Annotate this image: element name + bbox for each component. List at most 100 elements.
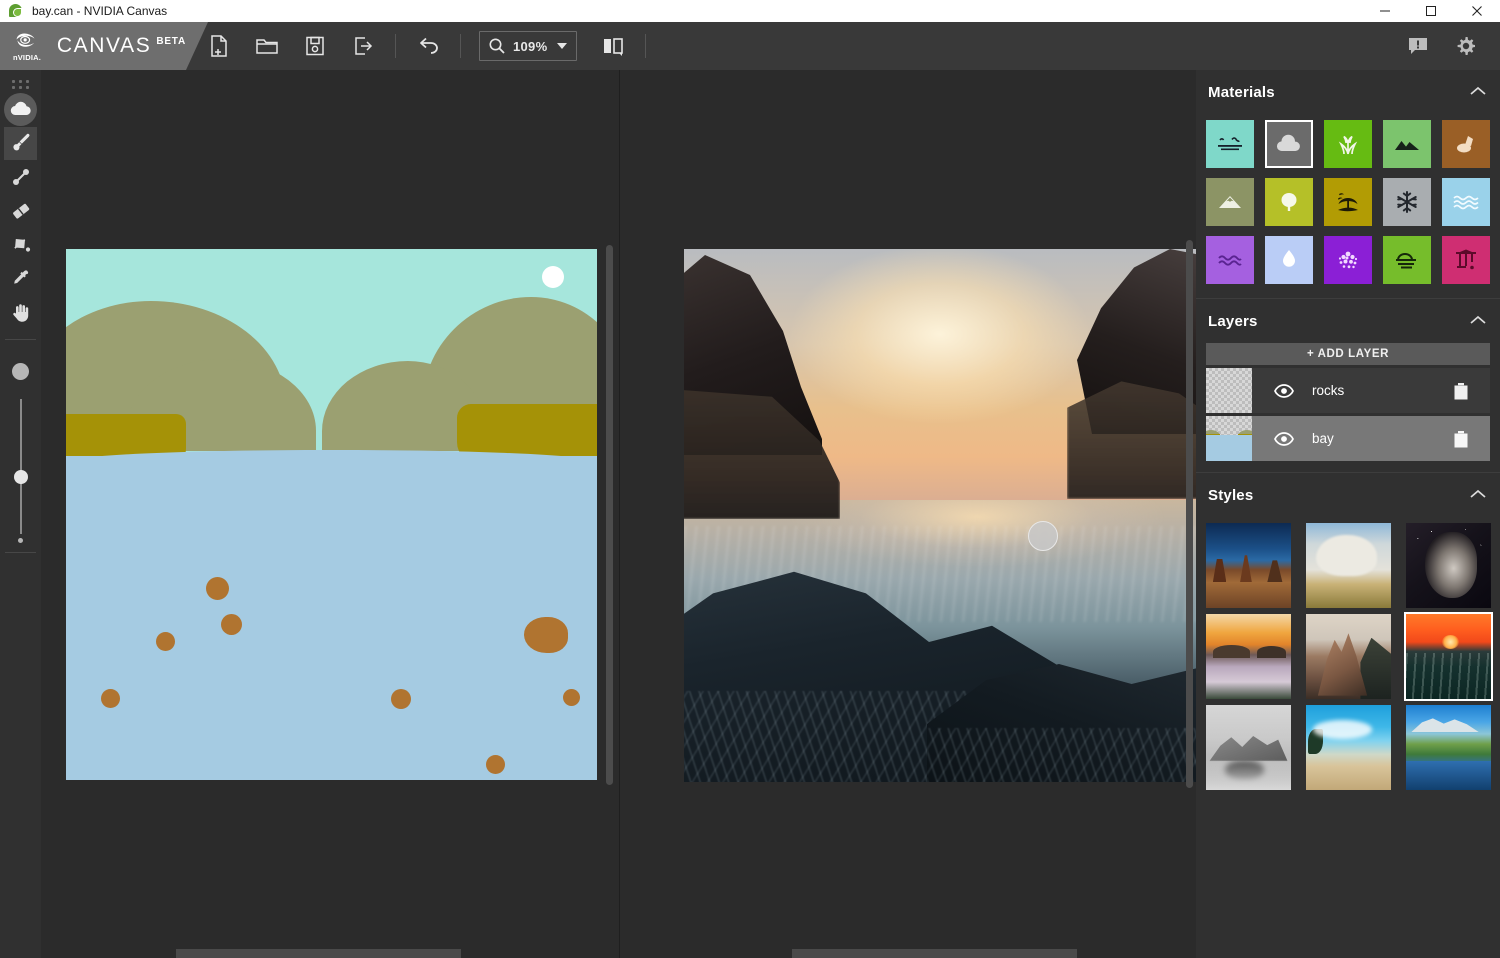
- eyedropper-tool[interactable]: [0, 262, 41, 296]
- style-night-cave[interactable]: [1406, 523, 1491, 608]
- add-layer-button[interactable]: + ADD LAYER: [1206, 343, 1490, 365]
- line-tool[interactable]: [0, 160, 41, 194]
- flowers-icon: [1335, 247, 1361, 273]
- mountain-icon: [1216, 193, 1244, 211]
- sketch-sun: [542, 266, 564, 288]
- nvidia-wordmark: nVIDIA.: [9, 53, 45, 62]
- feedback-button[interactable]: [1394, 22, 1442, 70]
- sketch-rock: [563, 689, 580, 706]
- birds-sky-icon: [1215, 134, 1245, 154]
- material-tree[interactable]: [1324, 178, 1372, 226]
- sketch-vertical-scrollbar[interactable]: [606, 245, 613, 785]
- styles-grid: [1196, 517, 1500, 804]
- style-alpine-lake[interactable]: [1406, 705, 1491, 790]
- layer-name: bay: [1312, 431, 1334, 446]
- trash-icon[interactable]: [1452, 381, 1470, 401]
- fill-tool[interactable]: [0, 228, 41, 262]
- layers-list: + ADD LAYER rocks: [1196, 343, 1500, 472]
- sketch-canvas[interactable]: [66, 249, 597, 780]
- app-name: CANVAS: [57, 34, 151, 58]
- zoom-control[interactable]: 109%: [479, 31, 577, 61]
- split-view-button[interactable]: [589, 22, 637, 70]
- style-ocean-sunset[interactable]: [1406, 614, 1491, 699]
- material-water[interactable]: [1442, 178, 1490, 226]
- style-tropical-beach[interactable]: [1306, 705, 1391, 790]
- toolbar-divider-2: [460, 34, 461, 58]
- materials-grid: [1196, 114, 1500, 298]
- material-snow[interactable]: [1383, 178, 1431, 226]
- layers-title: Layers: [1208, 313, 1258, 330]
- style-cloudy-plateau[interactable]: [1306, 523, 1391, 608]
- save-button[interactable]: [291, 22, 339, 70]
- palm-tree-icon: [1334, 191, 1362, 213]
- eyedropper-icon: [9, 267, 33, 291]
- close-icon[interactable]: [1454, 0, 1500, 22]
- material-hill[interactable]: [1383, 120, 1431, 168]
- waves-icon: [1452, 193, 1480, 211]
- paint-brush-tool[interactable]: [0, 126, 41, 160]
- trash-icon[interactable]: [1452, 429, 1470, 449]
- hill-icon: [1393, 136, 1421, 152]
- rock-icon: [1453, 134, 1479, 154]
- sketch-rock-large: [524, 617, 568, 653]
- style-misty-monochrome-mountain[interactable]: [1206, 705, 1291, 790]
- eye-icon[interactable]: [1274, 384, 1294, 398]
- sketch-horizontal-scrollbar[interactable]: [176, 949, 461, 958]
- material-mountain[interactable]: [1206, 178, 1254, 226]
- styles-section-header[interactable]: Styles: [1196, 473, 1500, 517]
- ruins-icon: [1453, 248, 1479, 272]
- material-grass[interactable]: [1324, 120, 1372, 168]
- cloud-icon: [1275, 134, 1303, 154]
- chevron-up-icon[interactable]: [1470, 486, 1486, 504]
- eraser-tool[interactable]: [0, 194, 41, 228]
- material-river[interactable]: [1206, 236, 1254, 284]
- material-clouds[interactable]: [1265, 120, 1313, 168]
- settings-button[interactable]: [1442, 22, 1490, 70]
- right-panel: Materials: [1196, 70, 1500, 958]
- styles-title: Styles: [1208, 487, 1253, 504]
- layer-row-bay[interactable]: bay: [1206, 416, 1490, 461]
- brush-cursor: [1028, 521, 1058, 551]
- chevron-up-icon[interactable]: [1470, 83, 1486, 101]
- materials-section-header[interactable]: Materials: [1196, 70, 1500, 114]
- material-fog[interactable]: [1383, 236, 1431, 284]
- material-rock[interactable]: [1442, 120, 1490, 168]
- tool-rail: [0, 70, 41, 958]
- paint-bucket-icon: [9, 233, 33, 257]
- material-flowers[interactable]: [1324, 236, 1372, 284]
- eye-icon[interactable]: [1274, 432, 1294, 446]
- undo-button[interactable]: [404, 22, 452, 70]
- style-golden-fog-sunset[interactable]: [1206, 614, 1291, 699]
- window-controls: [1362, 0, 1500, 22]
- style-monument-valley-storm[interactable]: [1206, 523, 1291, 608]
- water-drop-icon: [1280, 248, 1298, 272]
- layer-row-rocks[interactable]: rocks: [1206, 368, 1490, 413]
- window-title: bay.can - NVIDIA Canvas: [32, 4, 167, 18]
- nvidia-logo: nVIDIA.: [6, 29, 45, 63]
- render-horizontal-scrollbar[interactable]: [792, 949, 1077, 958]
- chevron-up-icon[interactable]: [1470, 312, 1486, 330]
- export-button[interactable]: [339, 22, 387, 70]
- drag-grip-icon[interactable]: [0, 70, 41, 92]
- rendered-output[interactable]: [684, 249, 1217, 782]
- nvidia-canvas-window: bay.can - NVIDIA Canvas: [0, 0, 1500, 958]
- maximize-icon[interactable]: [1408, 0, 1454, 22]
- hand-icon: [9, 301, 33, 325]
- main-toolbar: nVIDIA. CANVAS BETA: [0, 22, 1500, 70]
- style-dolomite-peak[interactable]: [1306, 614, 1391, 699]
- minimize-icon[interactable]: [1362, 0, 1408, 22]
- material-preview-tool[interactable]: [0, 92, 41, 126]
- sketch-rock: [206, 577, 229, 600]
- brush-size-slider-knob[interactable]: [14, 470, 28, 484]
- material-bush[interactable]: [1265, 178, 1313, 226]
- toolbar-divider-1: [395, 34, 396, 58]
- brush-size-slider[interactable]: [0, 393, 41, 543]
- render-vertical-scrollbar[interactable]: [1186, 240, 1193, 788]
- material-puddle[interactable]: [1265, 236, 1313, 284]
- pan-tool[interactable]: [0, 296, 41, 330]
- material-sky[interactable]: [1206, 120, 1254, 168]
- open-button[interactable]: [243, 22, 291, 70]
- material-ruins[interactable]: [1442, 236, 1490, 284]
- layers-section-header[interactable]: Layers: [1196, 299, 1500, 343]
- new-document-button[interactable]: [195, 22, 243, 70]
